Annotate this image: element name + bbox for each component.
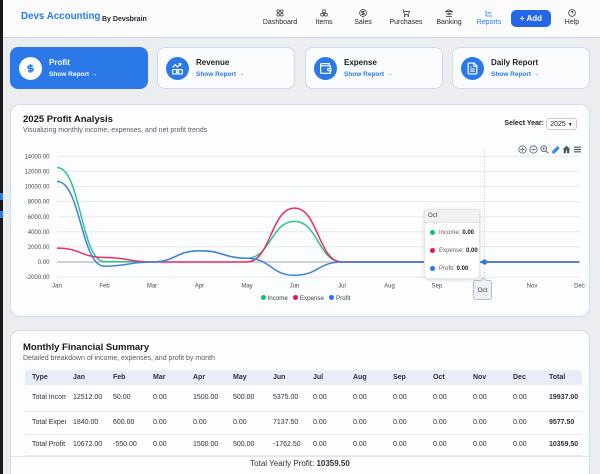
- svg-text:Nov: Nov: [527, 284, 538, 290]
- svg-text:14000.00: 14000.00: [24, 154, 50, 160]
- svg-text:0.00: 0.00: [38, 260, 50, 266]
- svg-text:8000.00: 8000.00: [28, 200, 50, 206]
- svg-text:Jul: Jul: [338, 284, 346, 290]
- svg-text:Jun: Jun: [290, 284, 300, 290]
- svg-text:Aug: Aug: [384, 284, 395, 290]
- svg-text:4000.00: 4000.00: [28, 230, 50, 236]
- svg-text:May: May: [241, 284, 252, 290]
- svg-text:2000.00: 2000.00: [28, 245, 50, 251]
- svg-text:6000.00: 6000.00: [28, 215, 50, 221]
- svg-text:10000.00: 10000.00: [24, 185, 50, 191]
- svg-text:Jan: Jan: [52, 284, 62, 290]
- svg-text:Sep: Sep: [432, 284, 443, 290]
- svg-text:12000.00: 12000.00: [24, 170, 50, 176]
- svg-text:Feb: Feb: [99, 284, 110, 290]
- svg-text:-2000.00: -2000.00: [26, 275, 50, 281]
- svg-text:Mar: Mar: [147, 284, 157, 290]
- svg-text:Dec: Dec: [574, 284, 585, 290]
- svg-text:Apr: Apr: [195, 284, 204, 290]
